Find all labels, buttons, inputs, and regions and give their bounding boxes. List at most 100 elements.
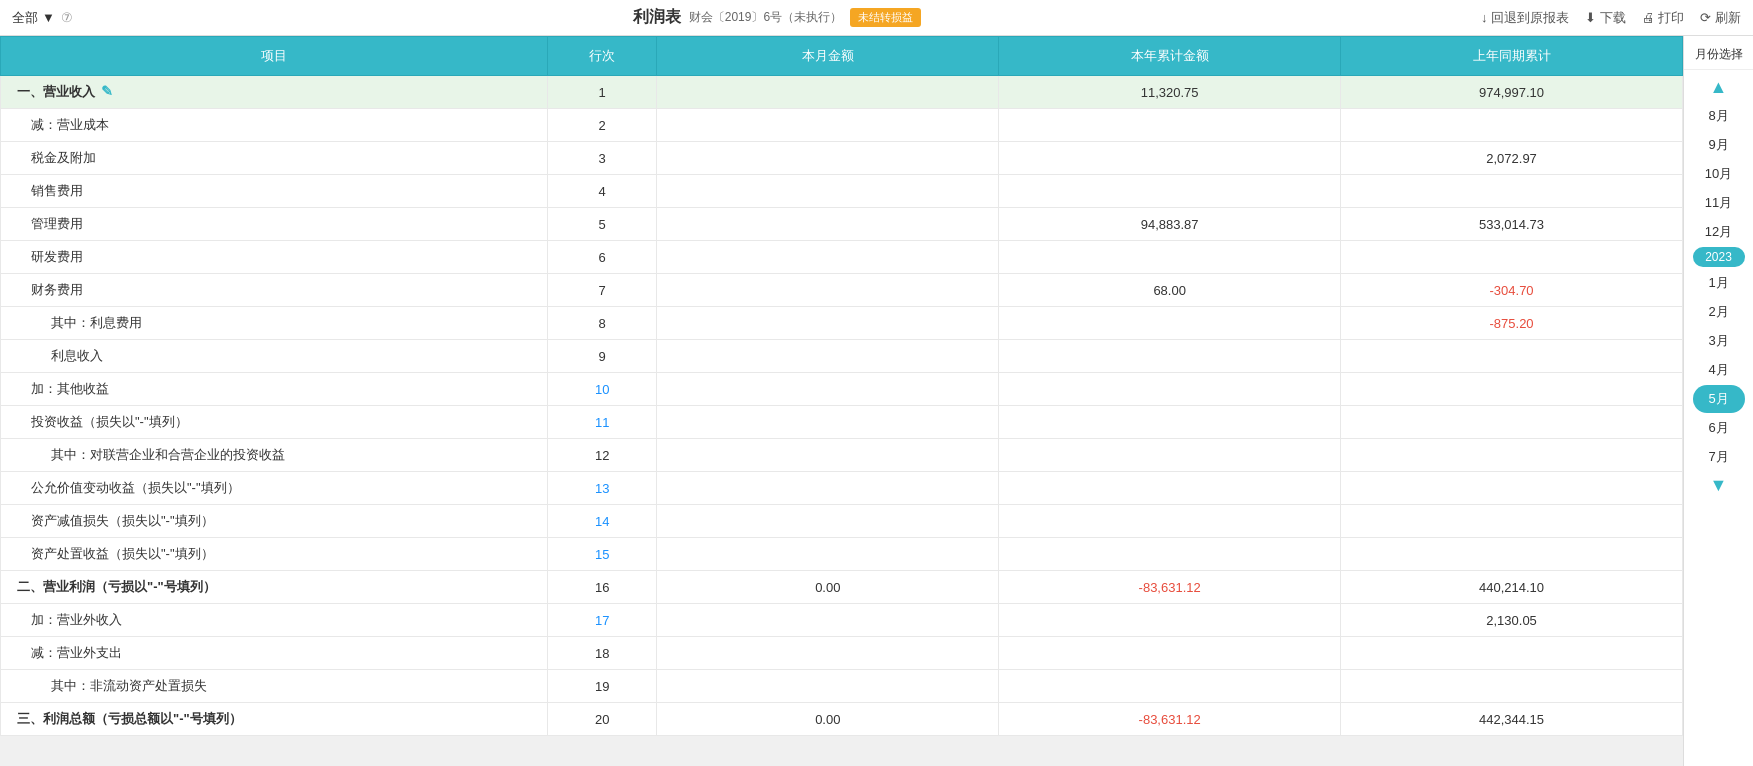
- prev-year-amount: [1341, 175, 1683, 208]
- month-amount: [657, 538, 999, 571]
- row-name: 管理费用: [1, 208, 548, 241]
- table-row: 研发费用6: [1, 241, 1683, 274]
- table-row: 其中：对联营企业和合营企业的投资收益12: [1, 439, 1683, 472]
- row-number: 2: [547, 109, 656, 142]
- month-item[interactable]: 9月: [1693, 131, 1745, 159]
- row-name: 研发费用: [1, 241, 548, 274]
- table-row: 投资收益（损失以"-"填列）11: [1, 406, 1683, 439]
- prev-year-amount: 442,344.15: [1341, 703, 1683, 736]
- org-select[interactable]: 全部 ▼: [12, 9, 55, 27]
- month-item[interactable]: 5月: [1693, 385, 1745, 413]
- refresh-button[interactable]: ⟳ 刷新: [1700, 9, 1741, 27]
- table-row: 财务费用768.00-304.70: [1, 274, 1683, 307]
- row-name: 投资收益（损失以"-"填列）: [1, 406, 548, 439]
- month-item[interactable]: 2月: [1693, 298, 1745, 326]
- month-nav-up[interactable]: ▲: [1707, 74, 1731, 101]
- year-amount: [999, 406, 1341, 439]
- main-table-container: 项目 行次 本月金额 本年累计金额 上年同期累计 一、营业收入✎111,320.…: [0, 36, 1683, 766]
- row-name: 一、营业收入✎: [1, 76, 548, 109]
- col-header-year: 本年累计金额: [999, 37, 1341, 76]
- row-number: 4: [547, 175, 656, 208]
- month-item[interactable]: 10月: [1693, 160, 1745, 188]
- month-amount: 0.00: [657, 571, 999, 604]
- month-amount: [657, 472, 999, 505]
- prev-year-amount: [1341, 109, 1683, 142]
- month-amount: [657, 439, 999, 472]
- year-amount: [999, 109, 1341, 142]
- download-button[interactable]: ⬇ 下载: [1585, 9, 1626, 27]
- back-button[interactable]: ↓ 回退到原报表: [1481, 9, 1569, 27]
- prev-year-amount: 2,072.97: [1341, 142, 1683, 175]
- year-amount: [999, 439, 1341, 472]
- month-amount: [657, 76, 999, 109]
- row-number: 7: [547, 274, 656, 307]
- year-amount: -83,631.12: [999, 571, 1341, 604]
- col-header-month: 本月金额: [657, 37, 999, 76]
- row-number: 15: [547, 538, 656, 571]
- row-name: 资产减值损失（损失以"-"填列）: [1, 505, 548, 538]
- month-item[interactable]: 7月: [1693, 443, 1745, 471]
- top-left-section: 全部 ▼ ⑦: [12, 9, 73, 27]
- year-amount: [999, 604, 1341, 637]
- row-number: 8: [547, 307, 656, 340]
- prev-year-amount: [1341, 373, 1683, 406]
- year-amount: [999, 175, 1341, 208]
- row-number: 14: [547, 505, 656, 538]
- row-number: 12: [547, 439, 656, 472]
- prev-year-amount: 2,130.05: [1341, 604, 1683, 637]
- table-row: 税金及附加32,072.97: [1, 142, 1683, 175]
- prev-year-amount: [1341, 538, 1683, 571]
- table-row: 公允价值变动收益（损失以"-"填列）13: [1, 472, 1683, 505]
- month-item[interactable]: 12月: [1693, 218, 1745, 246]
- row-name: 三、利润总额（亏损总额以"-"号填列）: [1, 703, 548, 736]
- table-row: 资产减值损失（损失以"-"填列）14: [1, 505, 1683, 538]
- year-amount: [999, 472, 1341, 505]
- help-icon[interactable]: ⑦: [61, 10, 73, 25]
- prev-year-amount: 440,214.10: [1341, 571, 1683, 604]
- month-amount: [657, 604, 999, 637]
- month-item[interactable]: 1月: [1693, 269, 1745, 297]
- prev-year-amount: [1341, 670, 1683, 703]
- row-number: 17: [547, 604, 656, 637]
- year-amount: [999, 142, 1341, 175]
- row-number: 5: [547, 208, 656, 241]
- year-amount: 94,883.87: [999, 208, 1341, 241]
- table-row: 减：营业外支出18: [1, 637, 1683, 670]
- table-row: 其中：利息费用8-875.20: [1, 307, 1683, 340]
- month-item[interactable]: 11月: [1693, 189, 1745, 217]
- table-header-row: 项目 行次 本月金额 本年累计金额 上年同期累计: [1, 37, 1683, 76]
- month-item[interactable]: 8月: [1693, 102, 1745, 130]
- row-number: 13: [547, 472, 656, 505]
- month-item[interactable]: 3月: [1693, 327, 1745, 355]
- year-amount: 11,320.75: [999, 76, 1341, 109]
- month-amount: [657, 208, 999, 241]
- month-item[interactable]: 6月: [1693, 414, 1745, 442]
- table-row: 三、利润总额（亏损总额以"-"号填列）200.00-83,631.12442,3…: [1, 703, 1683, 736]
- year-amount: [999, 340, 1341, 373]
- prev-year-amount: [1341, 340, 1683, 373]
- month-selector-title: 月份选择: [1684, 40, 1753, 70]
- prev-year-amount: 974,997.10: [1341, 76, 1683, 109]
- month-amount: [657, 109, 999, 142]
- row-number: 3: [547, 142, 656, 175]
- row-number: 16: [547, 571, 656, 604]
- month-amount: 0.00: [657, 703, 999, 736]
- prev-year-amount: -875.20: [1341, 307, 1683, 340]
- row-number: 11: [547, 406, 656, 439]
- row-number: 6: [547, 241, 656, 274]
- month-item[interactable]: 4月: [1693, 356, 1745, 384]
- subtitle: 财会〔2019〕6号（未执行）: [689, 9, 842, 26]
- month-amount: [657, 307, 999, 340]
- year-amount: -83,631.12: [999, 703, 1341, 736]
- month-amount: [657, 142, 999, 175]
- month-item[interactable]: 2023: [1693, 247, 1745, 267]
- row-name: 减：营业成本: [1, 109, 548, 142]
- month-nav-down[interactable]: ▼: [1707, 472, 1731, 499]
- month-amount: [657, 340, 999, 373]
- prev-year-amount: [1341, 472, 1683, 505]
- year-amount: [999, 670, 1341, 703]
- toolbar: ↓ 回退到原报表 ⬇ 下载 🖨 打印 ⟳ 刷新: [1481, 9, 1741, 27]
- month-amount: [657, 505, 999, 538]
- edit-icon[interactable]: ✎: [101, 83, 113, 99]
- print-button[interactable]: 🖨 打印: [1642, 9, 1685, 27]
